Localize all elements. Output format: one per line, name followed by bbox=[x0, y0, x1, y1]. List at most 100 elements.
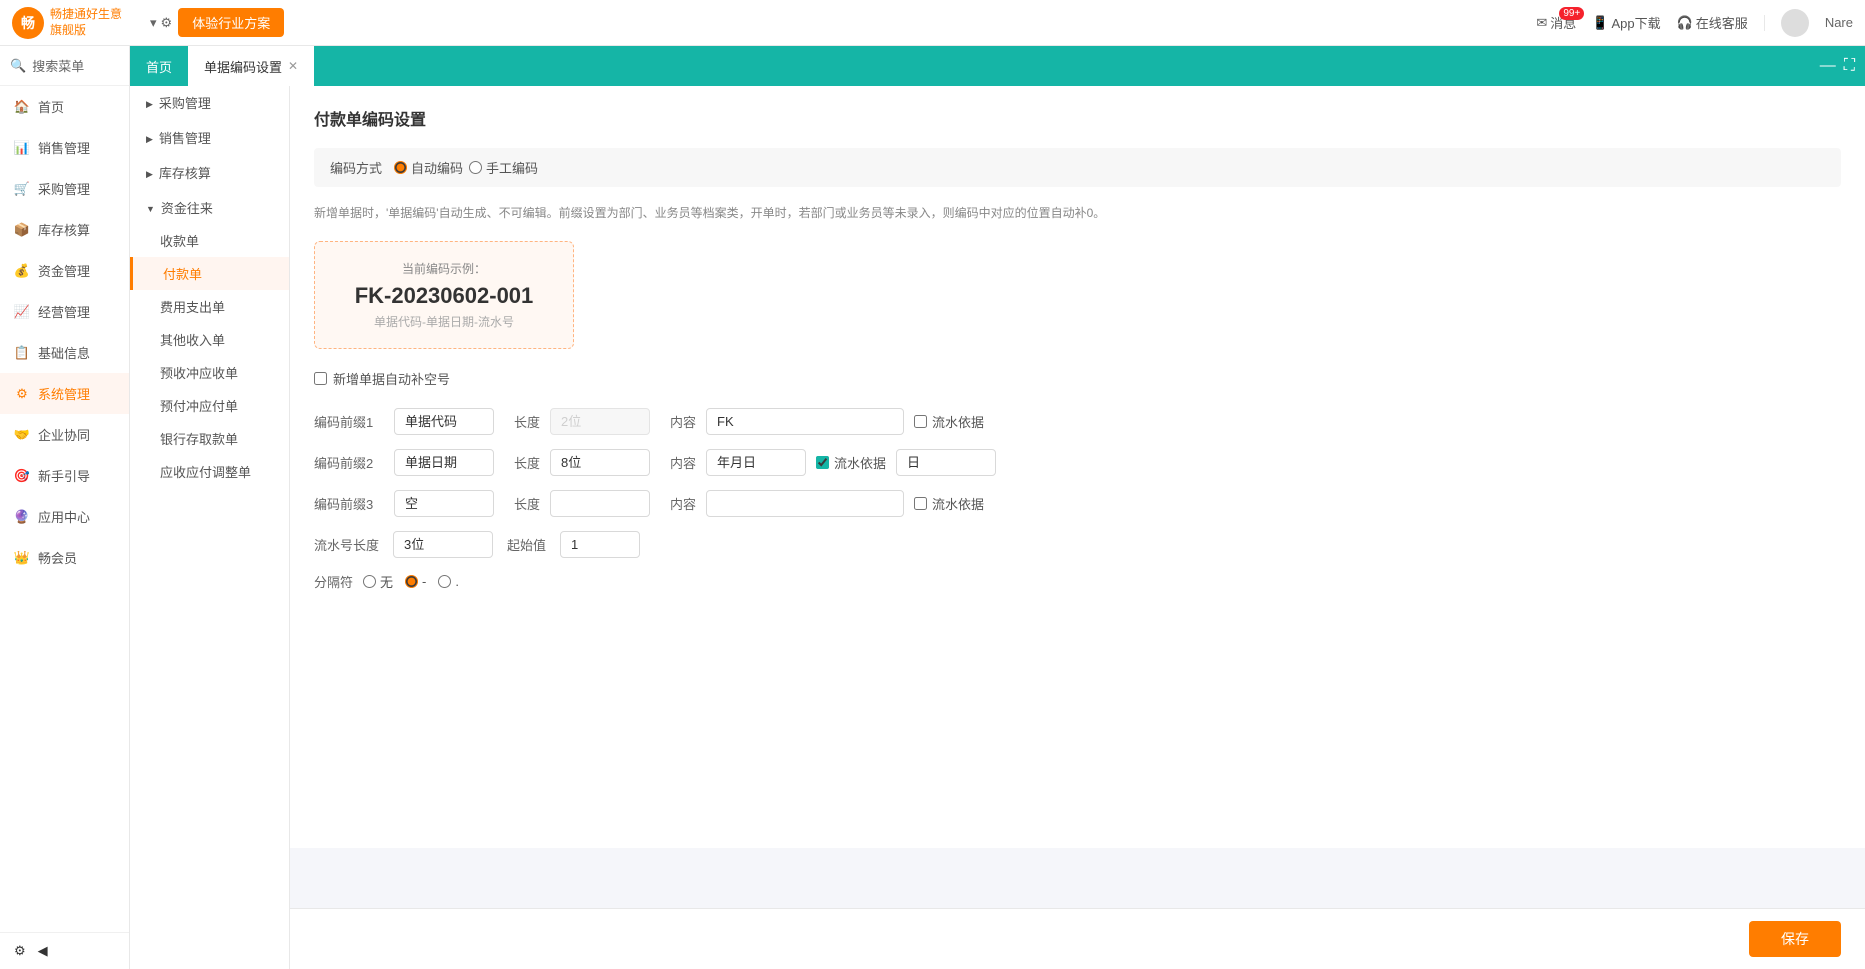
field2-serial-checkbox[interactable] bbox=[816, 456, 829, 469]
field2-select[interactable]: 单据日期 bbox=[394, 449, 494, 476]
bottom-bar: 保存 bbox=[290, 908, 1865, 969]
subnav-sales-header[interactable]: 销售管理 bbox=[130, 121, 289, 154]
subnav-item-other-income[interactable]: 其他收入单 bbox=[130, 323, 289, 356]
info-text: 新增单据时，'单据编码'自动生成、不可编辑。前缀设置为部门、业务员等档案类，开单… bbox=[314, 203, 1841, 225]
sidebar-search[interactable]: 🔍 搜索菜单 bbox=[0, 46, 129, 86]
serial-length-label: 流水号长度 bbox=[314, 535, 379, 554]
app-download-button[interactable]: 📱 App下载 bbox=[1592, 13, 1660, 32]
tab-encoding-label: 单据编码设置 bbox=[204, 57, 282, 76]
message-button[interactable]: ✉ 消息 99+ bbox=[1536, 13, 1576, 32]
sidebar-item-system[interactable]: ⚙ 系统管理 bbox=[0, 373, 129, 414]
code-example-label: 当前编码示例： bbox=[339, 260, 549, 277]
sidebar-item-label: 企业协同 bbox=[38, 425, 90, 444]
serial-length-select[interactable]: 3位 bbox=[393, 531, 493, 558]
sidebar-item-management[interactable]: 📈 经营管理 bbox=[0, 291, 129, 332]
sep-dash-radio[interactable] bbox=[405, 575, 418, 588]
subnav-inventory-header[interactable]: 库存核算 bbox=[130, 156, 289, 189]
field2-serial-unit-select[interactable]: 日 bbox=[896, 449, 996, 476]
chevron-down-icon bbox=[146, 200, 155, 215]
tab-encoding-settings[interactable]: 单据编码设置 ✕ bbox=[188, 46, 314, 86]
sep-dot-radio[interactable] bbox=[438, 575, 451, 588]
tab-close-icon[interactable]: ✕ bbox=[288, 59, 298, 73]
subnav-finance-header[interactable]: 资金往来 bbox=[130, 191, 289, 224]
field3-length-select[interactable] bbox=[550, 490, 650, 517]
field1-length-wrap: 2位 bbox=[550, 408, 650, 435]
subnav-item-receipt[interactable]: 收款单 bbox=[130, 224, 289, 257]
auto-encode-radio-label[interactable]: 自动编码 bbox=[394, 158, 463, 177]
save-button[interactable]: 保存 bbox=[1749, 921, 1841, 957]
field3-serial-checkbox[interactable] bbox=[914, 497, 927, 510]
field1-serial-checkbox[interactable] bbox=[914, 415, 927, 428]
tab-maximize-button[interactable]: ⛶ bbox=[1844, 57, 1855, 75]
exp-button[interactable]: 体验行业方案 bbox=[178, 8, 284, 37]
field2-serial-text: 流水依据 bbox=[834, 453, 886, 472]
sidebar-item-sales[interactable]: 📊 销售管理 bbox=[0, 127, 129, 168]
tab-home-label: 首页 bbox=[146, 57, 172, 76]
field3-content-input[interactable] bbox=[706, 490, 904, 517]
auto-encode-radio[interactable] bbox=[394, 161, 407, 174]
tab-bar: 首页 单据编码设置 ✕ — ⛶ bbox=[130, 46, 1865, 86]
main-layout: 🔍 搜索菜单 🏠 首页 📊 销售管理 🛒 采购管理 📦 库存核算 💰 资金管理 … bbox=[0, 46, 1865, 969]
download-icon: 📱 bbox=[1592, 15, 1608, 31]
sidebar-item-home[interactable]: 🏠 首页 bbox=[0, 86, 129, 127]
sep-dot-label[interactable]: . bbox=[438, 574, 459, 589]
manual-encode-label: 手工编码 bbox=[486, 158, 538, 177]
manual-encode-radio-label[interactable]: 手工编码 bbox=[469, 158, 538, 177]
field2-serial-label[interactable]: 流水依据 bbox=[816, 453, 886, 472]
field1-select-wrap: 单据代码 bbox=[394, 408, 494, 435]
sidebar-item-basic[interactable]: 📋 基础信息 bbox=[0, 332, 129, 373]
start-value-input[interactable] bbox=[560, 531, 640, 558]
sidebar-item-finance[interactable]: 💰 资金管理 bbox=[0, 250, 129, 291]
field1-select[interactable]: 单据代码 bbox=[394, 408, 494, 435]
code-example-box: 当前编码示例： FK-20230602-001 单据代码-单据日期-流水号 bbox=[314, 241, 574, 349]
subnav-item-expense[interactable]: 费用支出单 bbox=[130, 290, 289, 323]
separator-radio-group: 无 - . bbox=[363, 572, 459, 591]
sidebar-item-enterprise[interactable]: 🤝 企业协同 bbox=[0, 414, 129, 455]
field1-label: 编码前缀1 bbox=[314, 412, 384, 431]
field2-label: 编码前缀2 bbox=[314, 453, 384, 472]
field3-select[interactable]: 空 bbox=[394, 490, 494, 517]
field2-content-select[interactable]: 年月日 bbox=[706, 449, 806, 476]
online-service-button[interactable]: 🎧 在线客服 bbox=[1677, 13, 1748, 32]
sidebar: 🔍 搜索菜单 🏠 首页 📊 销售管理 🛒 采购管理 📦 库存核算 💰 资金管理 … bbox=[0, 46, 130, 969]
guide-icon: 🎯 bbox=[14, 468, 30, 484]
encoding-mode-row: 编码方式 自动编码 手工编码 bbox=[314, 148, 1841, 187]
online-service-label: 在线客服 bbox=[1696, 13, 1748, 32]
subnav-item-advance-offset[interactable]: 预付冲应付单 bbox=[130, 389, 289, 422]
sep-dash-label[interactable]: - bbox=[405, 574, 426, 589]
field1-serial-label[interactable]: 流水依据 bbox=[914, 412, 984, 431]
sep-none-label[interactable]: 无 bbox=[363, 572, 393, 591]
code-example-desc: 单据代码-单据日期-流水号 bbox=[339, 313, 549, 330]
subnav-purchase-header[interactable]: 采购管理 bbox=[130, 86, 289, 119]
sidebar-item-inventory[interactable]: 📦 库存核算 bbox=[0, 209, 129, 250]
field1-length-label: 长度 bbox=[514, 412, 540, 431]
collapse-icon[interactable]: ◀ bbox=[38, 943, 48, 959]
subnav-group-purchase: 采购管理 bbox=[130, 86, 289, 119]
sidebar-item-guide[interactable]: 🎯 新手引导 bbox=[0, 455, 129, 496]
auto-fill-checkbox[interactable] bbox=[314, 372, 327, 385]
subnav-finance-items: 收款单 付款单 费用支出单 其他收入单 预收冲应收单 预付冲应付单 银行存取款单… bbox=[130, 224, 289, 488]
separator-label: 分隔符 bbox=[314, 572, 353, 591]
sidebar-item-purchase[interactable]: 🛒 采购管理 bbox=[0, 168, 129, 209]
tab-minimize-button[interactable]: — bbox=[1820, 57, 1836, 75]
sidebar-item-member[interactable]: 👑 畅会员 bbox=[0, 537, 129, 578]
subnav-item-ar-ap-adjust[interactable]: 应收应付调整单 bbox=[130, 455, 289, 488]
inventory-icon: 📦 bbox=[14, 222, 30, 238]
field1-content-input[interactable] bbox=[706, 408, 904, 435]
tab-home[interactable]: 首页 bbox=[130, 46, 188, 86]
sidebar-item-appcenter[interactable]: 🔮 应用中心 bbox=[0, 496, 129, 537]
manual-encode-radio[interactable] bbox=[469, 161, 482, 174]
subnav-item-prepay-offset[interactable]: 预收冲应收单 bbox=[130, 356, 289, 389]
sidebar-item-label: 应用中心 bbox=[38, 507, 90, 526]
field3-serial-label[interactable]: 流水依据 bbox=[914, 494, 984, 513]
gear-icon: ⚙ bbox=[161, 15, 173, 31]
app-title: 畅捷通好生意 旗舰版 bbox=[50, 7, 122, 38]
field2-length-select[interactable]: 8位 bbox=[550, 449, 650, 476]
header-dropdown[interactable]: ▾ ⚙ bbox=[150, 15, 172, 31]
sep-none-radio[interactable] bbox=[363, 575, 376, 588]
subnav-item-bank[interactable]: 银行存取款单 bbox=[130, 422, 289, 455]
field-row-2: 编码前缀2 单据日期 长度 8位 bbox=[314, 449, 1841, 476]
settings-icon[interactable]: ⚙ bbox=[14, 943, 26, 959]
subnav-item-payment[interactable]: 付款单 bbox=[130, 257, 289, 290]
field3-label: 编码前缀3 bbox=[314, 494, 384, 513]
